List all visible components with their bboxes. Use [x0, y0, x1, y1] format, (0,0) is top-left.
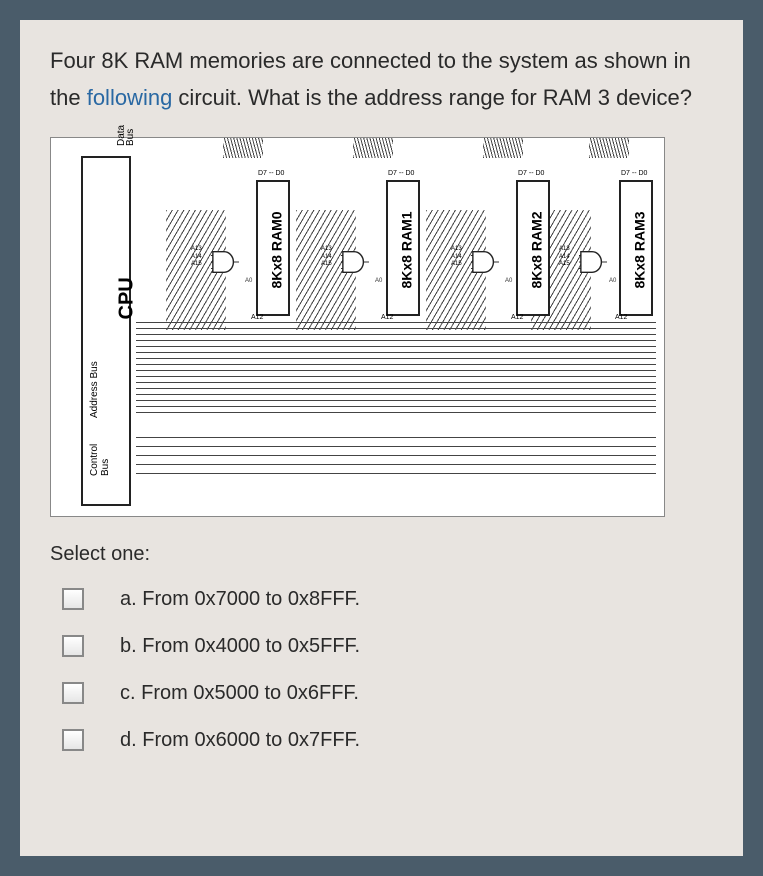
ram3-d7d0: D7 -- D0 — [621, 170, 647, 177]
option-d-text: d. From 0x6000 to 0x7FFF. — [120, 729, 360, 752]
decoder-gate-2 — [471, 248, 499, 276]
ram3-label: 8Kx8 RAM3 — [632, 211, 648, 288]
option-b-checkbox[interactable] — [62, 635, 84, 657]
option-b-text: b. From 0x4000 to 0x5FFF. — [120, 635, 360, 658]
ram0-block: 8Kx8 RAM0 D7 -- D0 — [256, 180, 290, 316]
option-a-text: a. From 0x7000 to 0x8FFF. — [120, 588, 360, 611]
gate1-inputs: A13 A14 A15 — [321, 246, 332, 269]
circuit-diagram: CPU Data Bus Address Bus Control Bus 8Kx… — [50, 137, 665, 517]
following-link[interactable]: following — [87, 85, 173, 110]
ram1-d7d0: D7 -- D0 — [388, 170, 414, 177]
ram3-block: 8Kx8 RAM3 D7 -- D0 — [619, 180, 653, 316]
question-text: Four 8K RAM memories are connected to th… — [50, 42, 713, 117]
a12-label-1: A12 — [381, 314, 393, 321]
option-d-row[interactable]: d. From 0x6000 to 0x7FFF. — [50, 729, 713, 752]
option-c-row[interactable]: c. From 0x5000 to 0x6FFF. — [50, 682, 713, 705]
address-bus-lines — [136, 318, 656, 413]
question-line1: Four 8K RAM memories are connected to th… — [50, 48, 691, 73]
a0-label-0: A0 — [245, 278, 252, 284]
a12-label-3: A12 — [615, 314, 627, 321]
data-hatch-3 — [589, 138, 629, 158]
ram2-block: 8Kx8 RAM2 D7 -- D0 — [516, 180, 550, 316]
option-b-row[interactable]: b. From 0x4000 to 0x5FFF. — [50, 635, 713, 658]
option-a-row[interactable]: a. From 0x7000 to 0x8FFF. — [50, 588, 713, 611]
option-a-checkbox[interactable] — [62, 588, 84, 610]
decoder-gate-0 — [211, 248, 239, 276]
a0-label-2: A0 — [505, 278, 512, 284]
data-hatch-1 — [353, 138, 393, 158]
a0-label-1: A0 — [375, 278, 382, 284]
select-one-label: Select one: — [50, 543, 713, 566]
gate0-inputs: A13 A14 A15 — [191, 246, 202, 269]
option-c-text: c. From 0x5000 to 0x6FFF. — [120, 682, 359, 705]
ram2-d7d0: D7 -- D0 — [518, 170, 544, 177]
cpu-addr-bus-label: Address Bus — [89, 361, 100, 418]
question-line2b: circuit. What is the address range for R… — [172, 85, 692, 110]
data-hatch-0 — [223, 138, 263, 158]
decoder-gate-3 — [579, 248, 607, 276]
a12-label-0: A12 — [251, 314, 263, 321]
control-bus-lines — [136, 434, 656, 474]
option-d-checkbox[interactable] — [62, 729, 84, 751]
gate2-inputs: A13 A14 A15 — [451, 246, 462, 269]
cpu-ctrl-bus-label: Control Bus — [89, 444, 111, 476]
data-hatch-2 — [483, 138, 523, 158]
question-page: Four 8K RAM memories are connected to th… — [20, 20, 743, 856]
ram0-label: 8Kx8 RAM0 — [269, 211, 285, 288]
a12-label-2: A12 — [511, 314, 523, 321]
ram0-d7d0: D7 -- D0 — [258, 170, 284, 177]
ram1-label: 8Kx8 RAM1 — [399, 211, 415, 288]
a0-label-3: A0 — [609, 278, 616, 284]
decoder-gate-1 — [341, 248, 369, 276]
cpu-data-bus-label: Data Bus — [117, 125, 135, 146]
ram1-block: 8Kx8 RAM1 D7 -- D0 — [386, 180, 420, 316]
question-line2a: the — [50, 85, 87, 110]
gate3-inputs: A13 A14 A15 — [559, 246, 570, 269]
ram2-label: 8Kx8 RAM2 — [529, 211, 545, 288]
cpu-label: CPU — [116, 277, 139, 319]
option-c-checkbox[interactable] — [62, 682, 84, 704]
